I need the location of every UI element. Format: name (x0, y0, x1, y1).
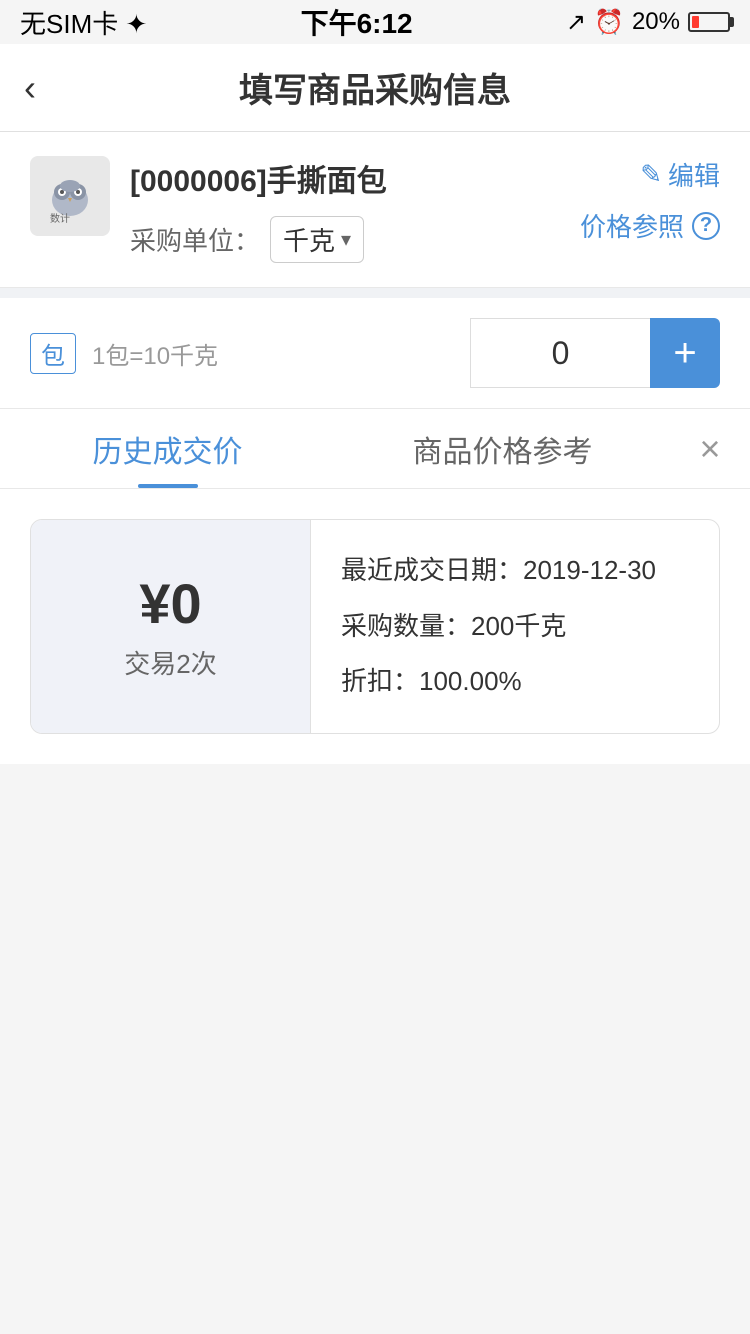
quantity-plus-button[interactable]: + (650, 318, 720, 388)
tab-content: ¥0 交易2次 最近成交日期：2019-12-30 采购数量：200千克 折扣：… (0, 489, 750, 764)
price-ref-button[interactable]: 价格参照 ? (580, 207, 720, 244)
help-icon[interactable]: ? (692, 212, 720, 240)
status-bar: 无SIM卡 ✦ 下午6:12 ↗ ⏰ 20% (0, 0, 750, 44)
purchase-qty-label: 采购数量： (341, 611, 471, 641)
battery-percent: 20% (632, 8, 680, 36)
price-ref-right: ✎ 编辑 价格参照 ? (580, 156, 720, 244)
carrier-text: 无SIM卡 ✦ (20, 4, 147, 41)
product-logo: 数计 (40, 166, 100, 226)
location-icon: ↗ (566, 8, 586, 37)
product-unit-row: 采购单位： 千克 ▾ (130, 216, 387, 263)
product-card: 数计 [0000006]手撕面包 采购单位： 千克 ▾ ✎ 编辑 (0, 132, 750, 288)
status-left: 无SIM卡 ✦ (20, 4, 147, 41)
quantity-input[interactable]: 0 (470, 318, 650, 388)
transaction-card: ¥0 交易2次 最近成交日期：2019-12-30 采购数量：200千克 折扣：… (30, 519, 720, 734)
back-button[interactable]: ‹ (24, 67, 36, 109)
unit-dropdown-arrow: ▾ (341, 227, 351, 252)
quantity-value: 0 (552, 335, 570, 372)
tabs-header: 历史成交价 商品价格参考 × (0, 409, 750, 489)
transaction-price: ¥0 (139, 571, 201, 636)
product-name: [0000006]手撕面包 (130, 156, 387, 200)
tab-close-button[interactable]: × (670, 409, 750, 488)
nav-bar: ‹ 填写商品采购信息 (0, 44, 750, 132)
purchase-qty-value: 200千克 (471, 611, 566, 641)
quantity-unit-badge: 包 (30, 333, 76, 374)
unit-select[interactable]: 千克 ▾ (270, 216, 364, 263)
transaction-right: 最近成交日期：2019-12-30 采购数量：200千克 折扣：100.00% (311, 520, 719, 733)
svg-text:数计: 数计 (50, 212, 70, 225)
price-ref-label: 价格参照 (580, 207, 684, 244)
quantity-section: 包 1包=10千克 0 + (0, 288, 750, 408)
tabs-section: 历史成交价 商品价格参考 × ¥0 交易2次 最近成交日期：2019-12-30… (0, 408, 750, 764)
edit-icon: ✎ (640, 159, 662, 190)
edit-label: 编辑 (668, 156, 720, 193)
status-right: ↗ ⏰ 20% (566, 8, 730, 37)
unit-label: 采购单位： (130, 221, 260, 258)
battery-icon (688, 12, 730, 32)
transaction-count: 交易2次 (124, 644, 216, 681)
quantity-label: 包 1包=10千克 (30, 333, 218, 374)
unit-value: 千克 (283, 221, 335, 258)
product-info: [0000006]手撕面包 采购单位： 千克 ▾ (130, 156, 387, 263)
edit-button[interactable]: ✎ 编辑 (640, 156, 720, 193)
discount-value: 100.00% (419, 666, 522, 696)
discount-label: 折扣： (341, 666, 419, 696)
recent-date-row: 最近成交日期：2019-12-30 (341, 550, 689, 592)
page-title: 填写商品采购信息 (239, 63, 511, 112)
status-time: 下午6:12 (301, 2, 413, 42)
purchase-qty-row: 采购数量：200千克 (341, 606, 689, 648)
discount-row: 折扣：100.00% (341, 661, 689, 703)
recent-date-label: 最近成交日期： (341, 555, 523, 585)
product-image: 数计 (30, 156, 110, 236)
recent-date-value: 2019-12-30 (523, 555, 656, 585)
transaction-left: ¥0 交易2次 (31, 520, 311, 733)
quantity-control: 0 + (470, 318, 720, 388)
tab-history-price[interactable]: 历史成交价 (0, 409, 335, 488)
alarm-icon: ⏰ (594, 8, 624, 37)
quantity-conversion: 1包=10千克 (92, 336, 218, 371)
tab-product-price-ref[interactable]: 商品价格参考 (335, 409, 670, 488)
